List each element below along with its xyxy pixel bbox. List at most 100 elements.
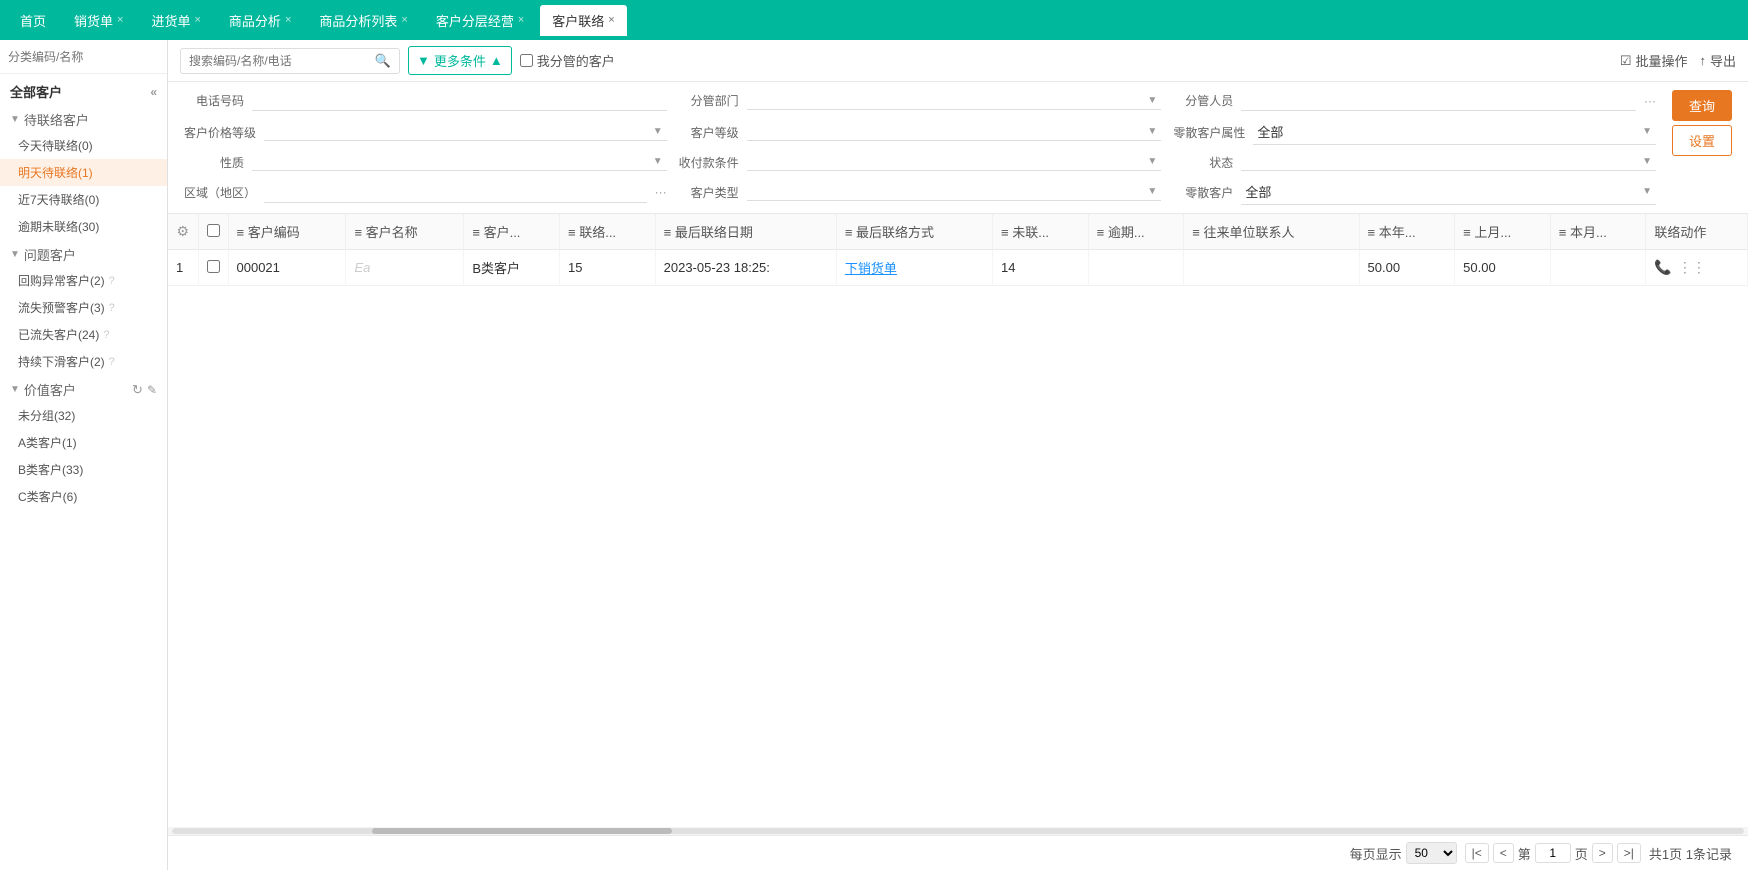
export-btn[interactable]: ↑ 导出 [1699,51,1736,70]
close-icon[interactable]: × [117,14,123,26]
refresh-icon[interactable]: ↻ [132,382,143,398]
gear-icon[interactable]: ⚙ [176,223,189,239]
sidebar-item-class-b[interactable]: B类客户(33) [0,456,167,483]
help-icon[interactable]: ? [109,302,115,314]
more-filter-btn[interactable]: ▼ 更多条件 ▲ [408,46,512,75]
sidebar-item-repurchase-anomaly[interactable]: 回购异常客户(2) ? [0,267,167,294]
page-input-area: 第 页 [1518,843,1588,863]
sidebar-item-churn-warning[interactable]: 流失预警客户(3) ? [0,294,167,321]
sidebar-item-7days[interactable]: 近7天待联络(0) [0,186,167,213]
retail-label: 零散客户 [1173,184,1233,201]
help-icon[interactable]: ? [109,275,115,287]
sidebar: 🔍 全部客户 « ▼ 待联络客户 今天待联络(0) 明天待联络(1) 近7天待联… [0,40,168,870]
close-icon[interactable]: × [194,14,200,26]
help-icon[interactable]: ? [109,356,115,368]
edit-icon[interactable]: ✎ [147,383,157,397]
cell-code: 000021 [228,250,346,286]
cell-contact-count: 15 [560,250,656,286]
content-area: 🔍 ▼ 更多条件 ▲ 我分管的客户 ☑ 批量操作 ↑ 导出 [168,40,1748,870]
collapse-icon[interactable]: « [150,85,157,99]
sidebar-item-ungrouped[interactable]: 未分组(32) [0,402,167,429]
sidebar-item-declining[interactable]: 持续下滑客户(2) ? [0,348,167,375]
person-input[interactable] [1241,90,1636,111]
gender-select[interactable]: ▼ [252,153,667,171]
cell-this-year: 50.00 [1359,250,1455,286]
payment-select[interactable]: ▼ [747,153,1162,171]
action-icons-area: 📞 ⋮⋮ [1654,259,1739,276]
sidebar-item-tomorrow[interactable]: 明天待联络(1) [0,159,167,186]
sidebar-search-input[interactable] [8,50,163,64]
grid-action-icon[interactable]: ⋮⋮ [1678,259,1706,276]
main-search-input[interactable] [189,54,371,68]
dept-select[interactable]: ▼ [747,92,1162,110]
toolbar: 🔍 ▼ 更多条件 ▲ 我分管的客户 ☑ 批量操作 ↑ 导出 [168,40,1748,82]
per-page-select[interactable]: 50 100 200 [1406,842,1457,864]
nav-item-purchase[interactable]: 进货单 × [139,5,212,36]
status-select[interactable]: ▼ [1241,153,1656,171]
page-prefix-label: 第 [1518,844,1531,863]
method-link[interactable]: 下销货单 [845,261,897,276]
caret-icon: ▼ [1642,126,1652,137]
close-icon[interactable]: × [608,14,614,26]
help-icon[interactable]: ? [103,329,109,341]
filter-row-3: 性质 ▼ 收付款条件 ▼ 状态 [184,153,1656,171]
horizontal-scrollbar[interactable] [168,827,1748,835]
next-page-btn[interactable]: > [1592,843,1613,863]
nav-item-customer-contact[interactable]: 客户联络 × [540,5,626,36]
customer-level-select[interactable]: ▼ [747,123,1162,141]
cell-name: Ea [346,250,464,286]
cell-this-month [1550,250,1646,286]
sidebar-item-churned[interactable]: 已流失客户(24) ? [0,321,167,348]
retail-select[interactable]: 全部 ▼ [1241,179,1656,205]
cell-overdue [1088,250,1184,286]
col-contact-count: ≡ 联络... [560,214,656,250]
price-level-select[interactable]: ▼ [264,123,667,141]
nav-item-analysis[interactable]: 商品分析 × [217,5,303,36]
col-last-date: ≡ 最后联络日期 [655,214,836,250]
caret-icon: ▼ [1147,126,1157,137]
page-input[interactable] [1535,843,1571,863]
phone-field: 电话号码 [184,90,667,111]
region-input[interactable] [264,182,647,203]
my-customer-checkbox-area[interactable]: 我分管的客户 [520,51,615,70]
nav-home[interactable]: 首页 [8,5,58,36]
caret-icon: ▼ [653,156,663,167]
first-page-btn[interactable]: |< [1465,843,1489,863]
caret-icon: ▼ [1147,95,1157,106]
col-type: ≡ 客户... [464,214,560,250]
sidebar-item-class-a[interactable]: A类客户(1) [0,429,167,456]
query-button[interactable]: 查询 [1672,90,1732,121]
person-more-icon[interactable]: ··· [1644,94,1656,108]
nav-item-customer-tier[interactable]: 客户分层经营 × [424,5,536,36]
main-search-icon[interactable]: 🔍 [375,53,391,69]
close-icon[interactable]: × [401,14,407,26]
last-page-btn[interactable]: >| [1617,843,1641,863]
region-more-icon[interactable]: ··· [655,185,667,199]
select-all-checkbox[interactable] [207,224,220,237]
customer-type-select[interactable]: ▼ [747,183,1162,201]
prev-page-btn[interactable]: < [1493,843,1514,863]
table-row: 1 000021 Ea B类客户 15 2023-05-23 18:25: 下销… [168,250,1748,286]
main-layout: 🔍 全部客户 « ▼ 待联络客户 今天待联络(0) 明天待联络(1) 近7天待联… [0,40,1748,870]
phone-action-icon[interactable]: 📞 [1654,259,1671,276]
scrollbar-thumb[interactable] [372,828,672,834]
retail-attr-select[interactable]: 全部 ▼ [1253,119,1656,145]
close-icon[interactable]: × [285,14,291,26]
col-last-method: ≡ 最后联络方式 [836,214,992,250]
phone-input[interactable] [252,90,667,111]
price-level-field: 客户价格等级 ▼ [184,123,667,141]
sidebar-item-class-c[interactable]: C类客户(6) [0,483,167,510]
sidebar-item-today[interactable]: 今天待联络(0) [0,132,167,159]
nav-item-analysis-list[interactable]: 商品分析列表 × [307,5,419,36]
person-label: 分管人员 [1173,92,1233,109]
bulk-op-btn[interactable]: ☑ 批量操作 [1620,51,1688,70]
sidebar-item-overdue[interactable]: 逾期未联络(30) [0,213,167,240]
triangle-icon: ▼ [10,249,20,260]
my-customer-checkbox[interactable] [520,54,533,67]
gender-label: 性质 [184,154,244,171]
nav-item-sales[interactable]: 销货单 × [62,5,135,36]
close-icon[interactable]: × [518,14,524,26]
chevron-up-icon: ▲ [490,53,503,68]
reset-button[interactable]: 设置 [1672,125,1732,156]
row-checkbox[interactable] [207,260,220,273]
